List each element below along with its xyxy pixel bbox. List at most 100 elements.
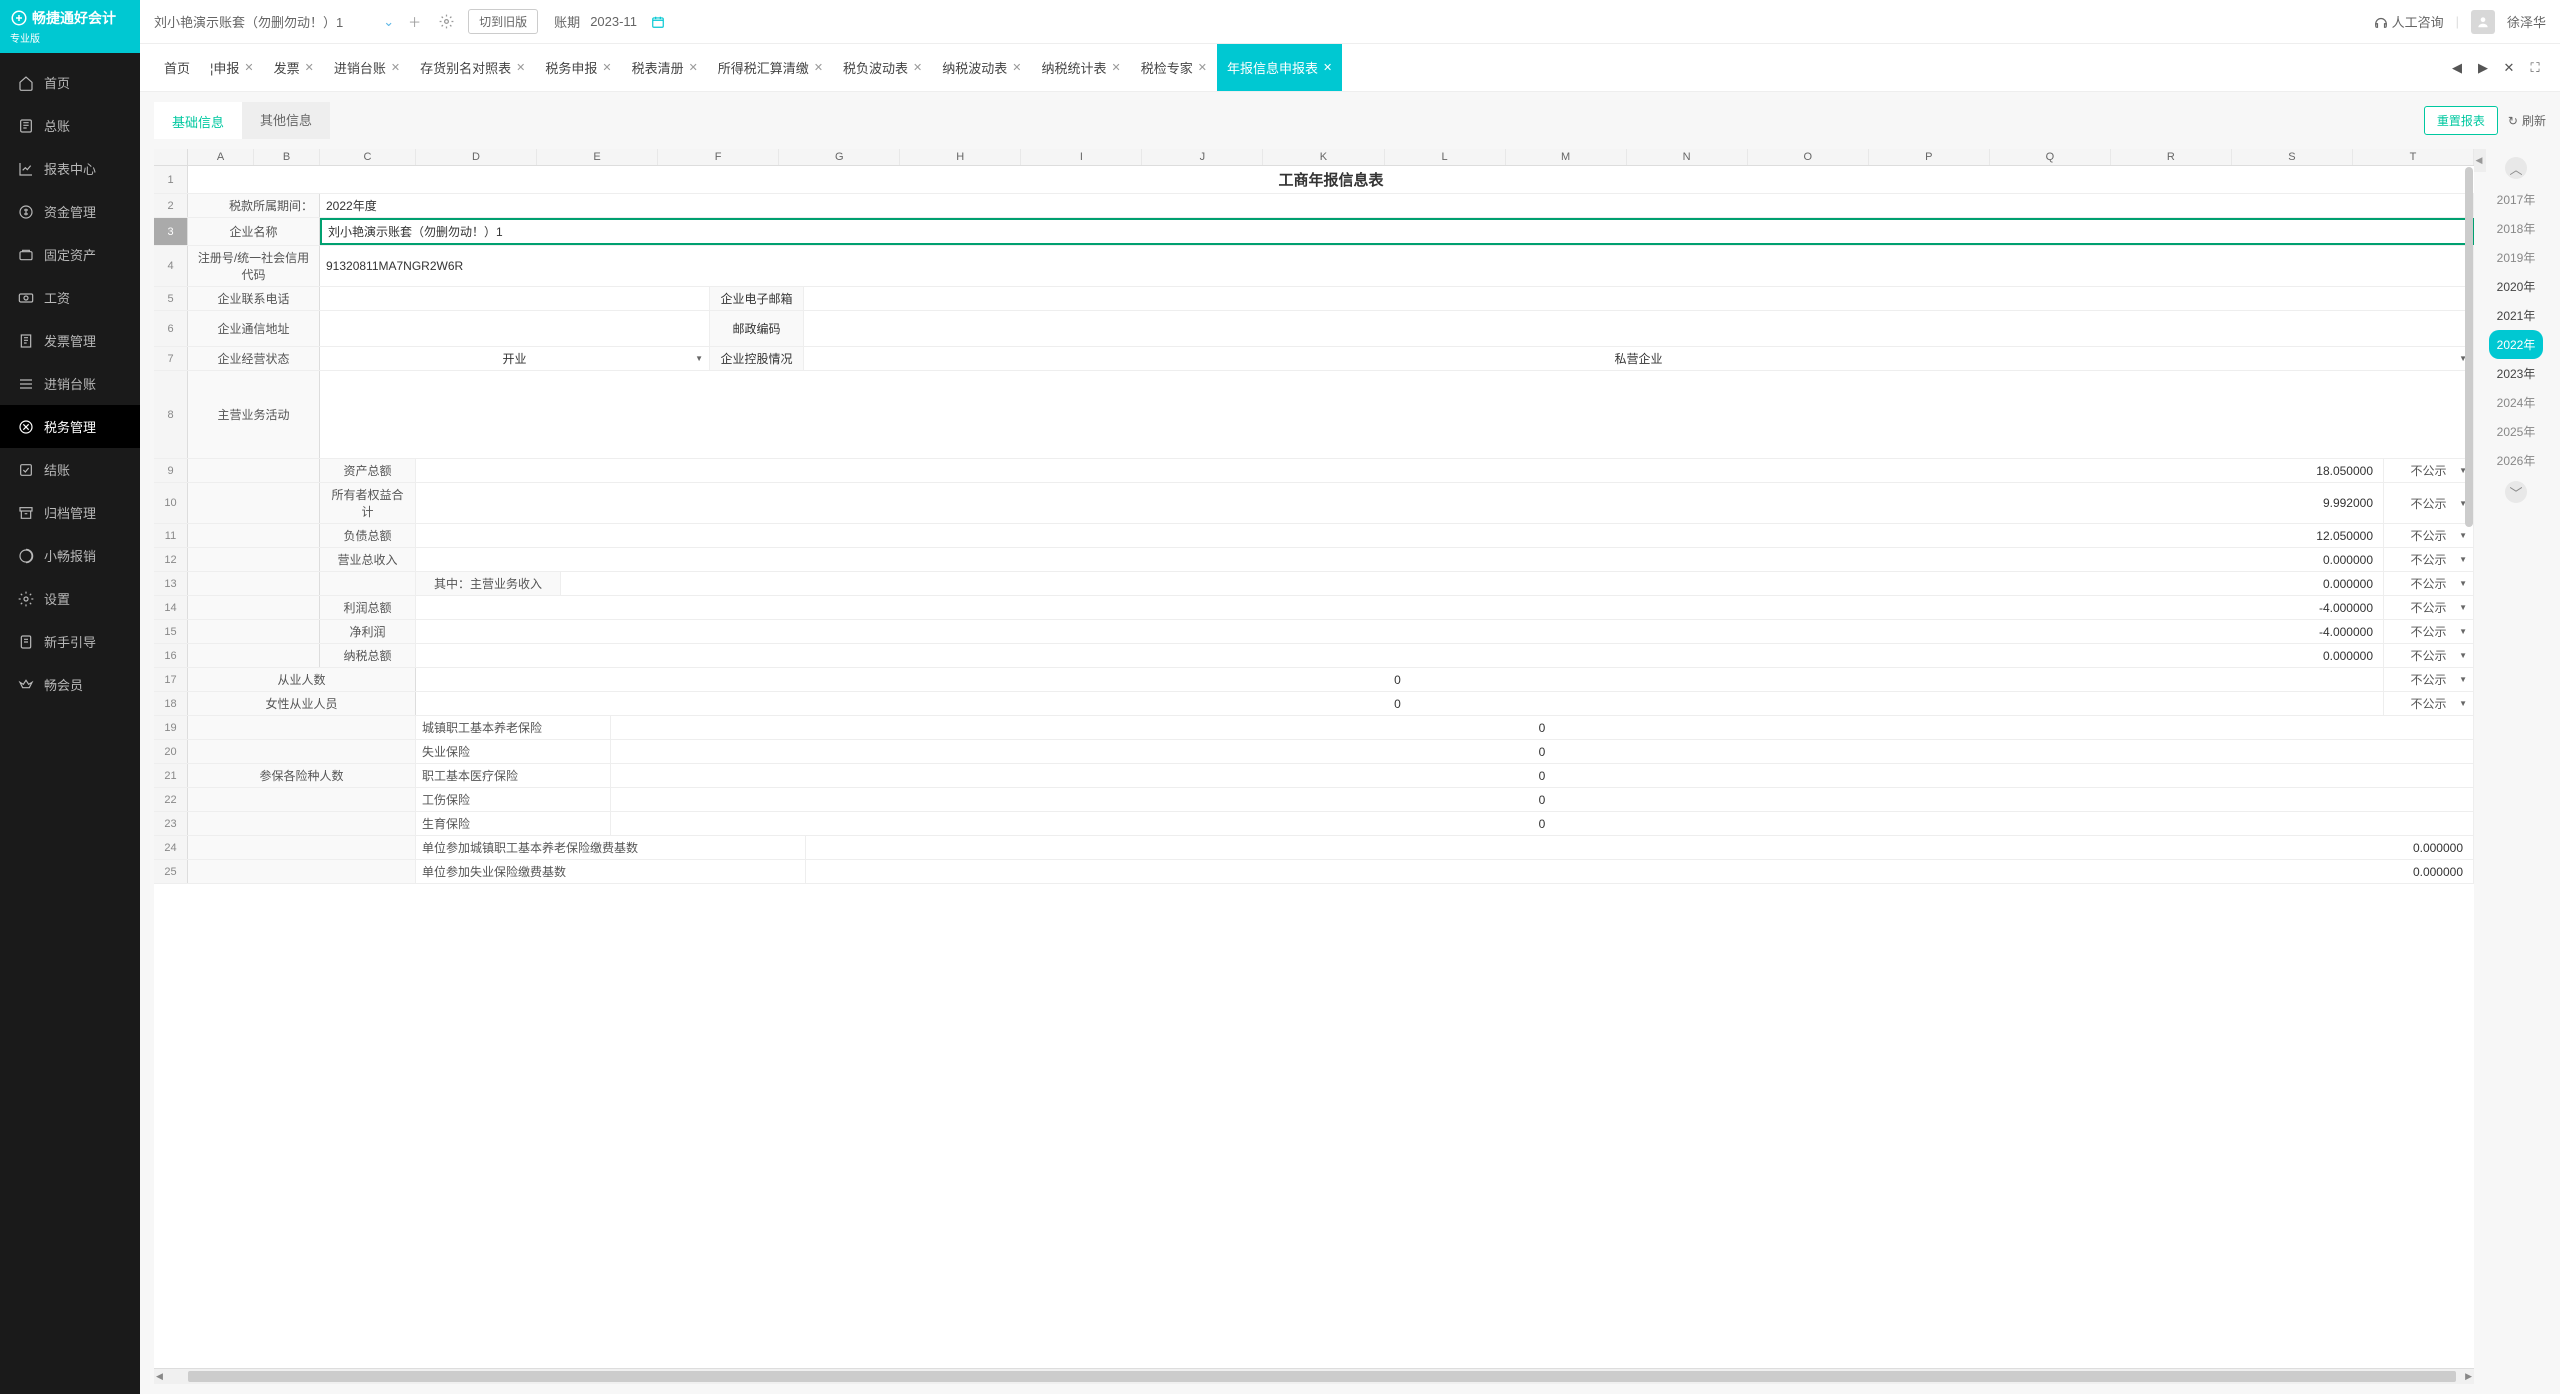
col-header-S[interactable]: S bbox=[2232, 149, 2353, 165]
add-icon[interactable]: ＋ bbox=[404, 8, 425, 35]
tab-4[interactable]: 存货别名对照表✕ bbox=[410, 44, 535, 91]
scroll-right-icon[interactable]: ▶ bbox=[2465, 1371, 2472, 1382]
asset-value[interactable]: 0.000000 bbox=[416, 644, 2384, 667]
mainbiz-input[interactable] bbox=[320, 371, 2474, 458]
status-select[interactable]: 开业 bbox=[320, 347, 710, 370]
insur-value[interactable]: 0 bbox=[611, 764, 2474, 787]
sidebar-item-9[interactable]: 结账 bbox=[0, 448, 140, 491]
row-header-16[interactable]: 16 bbox=[154, 644, 188, 667]
year-item-2018年[interactable]: 2018年 bbox=[2489, 214, 2544, 243]
sidebar-item-1[interactable]: 总账 bbox=[0, 104, 140, 147]
asset-value[interactable]: 9.992000 bbox=[416, 483, 2384, 523]
close-icon[interactable]: ✕ bbox=[305, 61, 314, 74]
horizontal-scrollbar[interactable]: ◀ ▶ bbox=[154, 1368, 2474, 1384]
publish-select[interactable]: 不公示 bbox=[2384, 459, 2474, 482]
support-link[interactable]: 人工咨询 bbox=[2374, 12, 2444, 31]
row-header-5[interactable]: 5 bbox=[154, 287, 188, 310]
base-value[interactable]: 0.000000 bbox=[806, 836, 2474, 859]
col-header-G[interactable]: G bbox=[779, 149, 900, 165]
sidebar-item-10[interactable]: 归档管理 bbox=[0, 491, 140, 534]
phone-input[interactable] bbox=[320, 287, 710, 310]
post-input[interactable] bbox=[804, 311, 2474, 346]
row-header-14[interactable]: 14 bbox=[154, 596, 188, 619]
row-header-17[interactable]: 17 bbox=[154, 668, 188, 691]
col-header-F[interactable]: F bbox=[658, 149, 779, 165]
close-icon[interactable]: ✕ bbox=[1012, 61, 1021, 74]
year-item-2023年[interactable]: 2023年 bbox=[2489, 359, 2544, 388]
tab-11[interactable]: 税检专家✕ bbox=[1131, 44, 1217, 91]
close-icon[interactable]: ✕ bbox=[1112, 61, 1121, 74]
row-header-25[interactable]: 25 bbox=[154, 860, 188, 883]
sidebar-item-6[interactable]: 发票管理 bbox=[0, 319, 140, 362]
calendar-icon[interactable] bbox=[647, 11, 669, 33]
vertical-scrollbar[interactable] bbox=[2464, 167, 2474, 1368]
spreadsheet[interactable]: ABCDEFGHIJKLMNOPQRST 1工商年报信息表2税款所属期间：202… bbox=[154, 149, 2474, 1384]
asset-value[interactable]: 0.000000 bbox=[416, 548, 2384, 571]
close-icon[interactable]: ✕ bbox=[913, 61, 922, 74]
sidebar-item-0[interactable]: 首页 bbox=[0, 61, 140, 104]
tab-3[interactable]: 进销台账✕ bbox=[324, 44, 410, 91]
scroll-left-icon[interactable]: ◀ bbox=[156, 1371, 163, 1382]
row-header-11[interactable]: 11 bbox=[154, 524, 188, 547]
sidebar-item-7[interactable]: 进销台账 bbox=[0, 362, 140, 405]
col-header-P[interactable]: P bbox=[1869, 149, 1990, 165]
period-value[interactable]: 2023-11 bbox=[590, 14, 637, 29]
tab-next-icon[interactable]: ▶ bbox=[2472, 57, 2494, 79]
close-icon[interactable]: ✕ bbox=[602, 61, 611, 74]
sidebar-item-13[interactable]: 新手引导 bbox=[0, 620, 140, 663]
close-icon[interactable]: ✕ bbox=[244, 61, 253, 74]
holding-select[interactable]: 私营企业 bbox=[804, 347, 2474, 370]
tab-5[interactable]: 税务申报✕ bbox=[535, 44, 621, 91]
emp-value[interactable]: 0 bbox=[416, 668, 2384, 691]
col-header-K[interactable]: K bbox=[1263, 149, 1384, 165]
gear-icon[interactable] bbox=[435, 10, 458, 33]
col-header-A[interactable]: A bbox=[188, 149, 254, 165]
account-selector[interactable]: 刘小艳演示账套（勿删勿动！）1 ⌄ bbox=[154, 12, 394, 31]
female-value[interactable]: 0 bbox=[416, 692, 2384, 715]
publish-select[interactable]: 不公示 bbox=[2384, 692, 2474, 715]
row-header-20[interactable]: 20 bbox=[154, 740, 188, 763]
row-header-2[interactable]: 2 bbox=[154, 194, 188, 217]
publish-select[interactable]: 不公示 bbox=[2384, 668, 2474, 691]
col-header-N[interactable]: N bbox=[1627, 149, 1748, 165]
close-icon[interactable]: ✕ bbox=[1198, 61, 1207, 74]
subtab-0[interactable]: 基础信息 bbox=[154, 102, 242, 139]
fullscreen-icon[interactable]: ⛶ bbox=[2524, 57, 2546, 79]
row-header-15[interactable]: 15 bbox=[154, 620, 188, 643]
row-header-9[interactable]: 9 bbox=[154, 459, 188, 482]
year-item-2020年[interactable]: 2020年 bbox=[2489, 272, 2544, 301]
publish-select[interactable]: 不公示 bbox=[2384, 572, 2474, 595]
close-icon[interactable]: ✕ bbox=[814, 61, 823, 74]
email-input[interactable] bbox=[804, 287, 2474, 310]
col-header-J[interactable]: J bbox=[1142, 149, 1263, 165]
col-header-B[interactable]: B bbox=[254, 149, 320, 165]
sidebar-item-8[interactable]: 税务管理 bbox=[0, 405, 140, 448]
tab-8[interactable]: 税负波动表✕ bbox=[833, 44, 932, 91]
row-header-6[interactable]: 6 bbox=[154, 311, 188, 346]
tab-2[interactable]: 发票✕ bbox=[264, 44, 324, 91]
insur-value[interactable]: 0 bbox=[611, 788, 2474, 811]
company-value-input[interactable]: 刘小艳演示账套（勿删勿动！）1 bbox=[320, 218, 2474, 245]
insur-value[interactable]: 0 bbox=[611, 740, 2474, 763]
base-value[interactable]: 0.000000 bbox=[806, 860, 2474, 883]
tab-12[interactable]: 年报信息申报表✕ bbox=[1217, 44, 1342, 91]
publish-select[interactable]: 不公示 bbox=[2384, 596, 2474, 619]
tab-0[interactable]: 首页 bbox=[154, 44, 200, 91]
row-header-21[interactable]: 21 bbox=[154, 764, 188, 787]
publish-select[interactable]: 不公示 bbox=[2384, 644, 2474, 667]
tab-9[interactable]: 纳税波动表✕ bbox=[932, 44, 1031, 91]
close-icon[interactable]: ✕ bbox=[391, 61, 400, 74]
col-header-Q[interactable]: Q bbox=[1990, 149, 2111, 165]
year-item-2026年[interactable]: 2026年 bbox=[2489, 446, 2544, 475]
year-item-2019年[interactable]: 2019年 bbox=[2489, 243, 2544, 272]
insur-value[interactable]: 0 bbox=[611, 716, 2474, 739]
col-header-O[interactable]: O bbox=[1748, 149, 1869, 165]
col-header-C[interactable]: C bbox=[320, 149, 416, 165]
scrollbar-thumb[interactable] bbox=[188, 1371, 2456, 1382]
year-item-2021年[interactable]: 2021年 bbox=[2489, 301, 2544, 330]
col-header-E[interactable]: E bbox=[537, 149, 658, 165]
sidebar-item-3[interactable]: 资金管理 bbox=[0, 190, 140, 233]
close-icon[interactable]: ✕ bbox=[1323, 61, 1332, 74]
sidebar-item-4[interactable]: 固定资产 bbox=[0, 233, 140, 276]
sidebar-item-11[interactable]: 小畅报销 bbox=[0, 534, 140, 577]
